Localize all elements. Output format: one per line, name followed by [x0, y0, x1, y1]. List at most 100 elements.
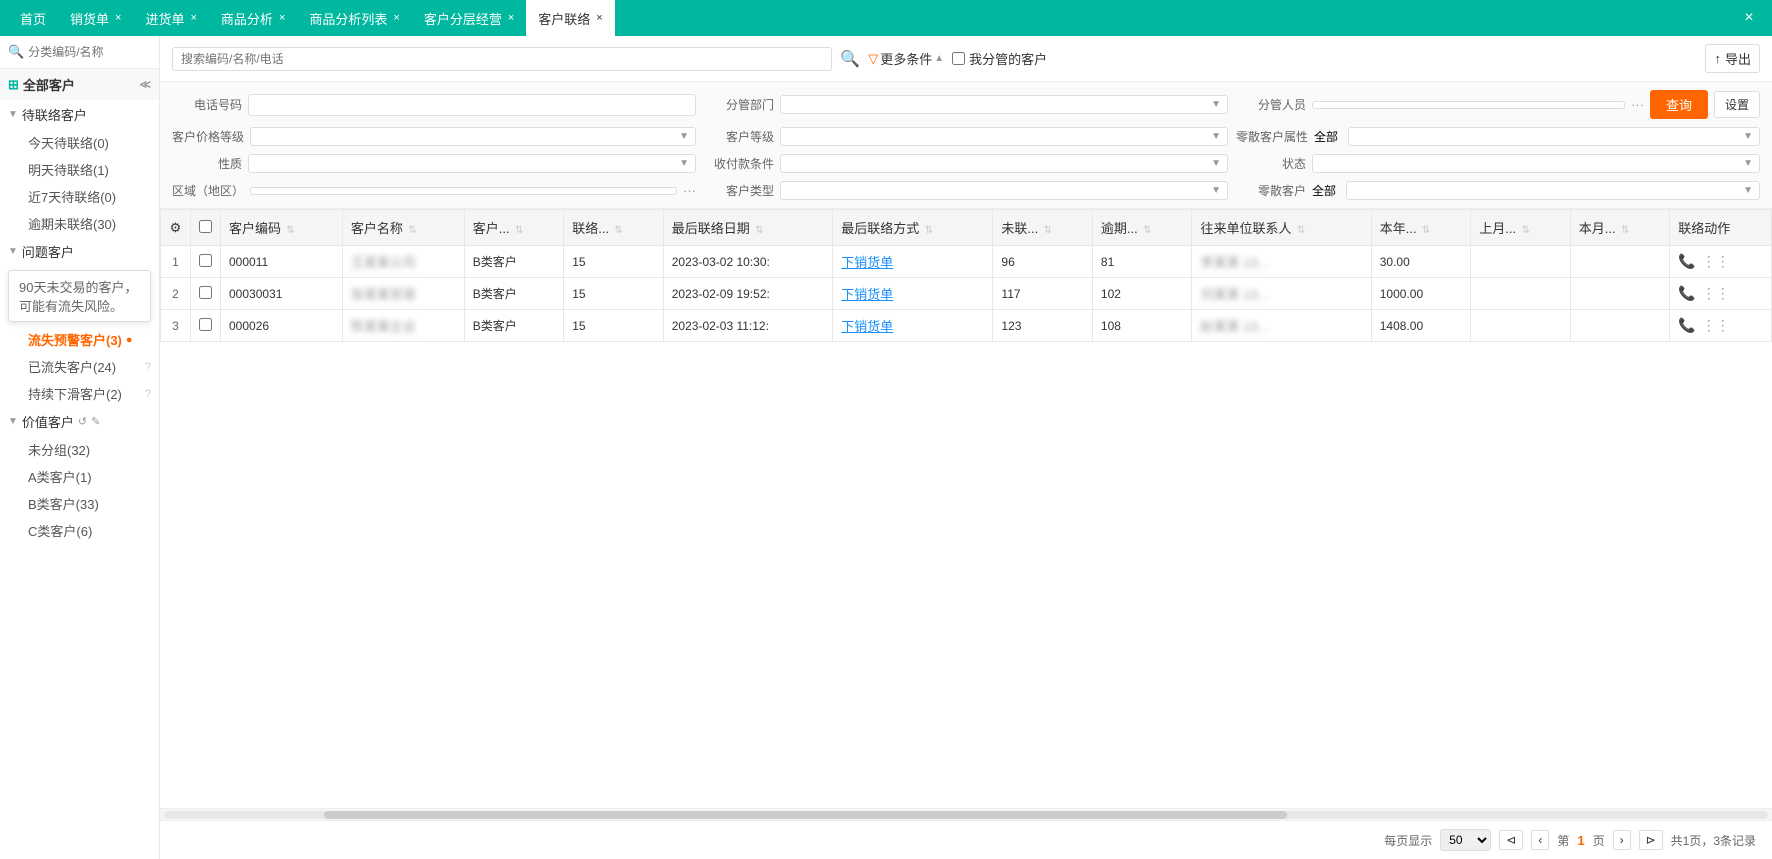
th-last-contact-date[interactable]: 最后联络日期 ⇅ [663, 210, 833, 246]
row2-method[interactable]: 下销货单 [833, 278, 993, 310]
main-search-button[interactable]: 🔍 [840, 49, 860, 69]
row3-more-icon[interactable]: ⋮⋮ [1702, 317, 1730, 334]
row1-method[interactable]: 下销货单 [833, 246, 993, 278]
row2-unlink: 117 [993, 278, 1093, 310]
th-unlink-days[interactable]: 未联... ⇅ [993, 210, 1093, 246]
zero-retail-select2[interactable]: ▼ [1346, 181, 1760, 200]
th-name[interactable]: 客户名称 ⇅ [342, 210, 464, 246]
sort-name-icon: ⇅ [408, 225, 416, 236]
row2-more-icon[interactable]: ⋮⋮ [1702, 285, 1730, 302]
tab-product-analysis[interactable]: 商品分析 × [209, 0, 297, 36]
sidebar-item-class-b[interactable]: B类客户(33) [0, 490, 159, 517]
select-all-checkbox[interactable] [199, 220, 212, 233]
tab-purchase[interactable]: 进货单 × [133, 0, 208, 36]
th-settings[interactable]: ⚙ [161, 210, 191, 246]
tab-home[interactable]: 首页 [8, 0, 58, 36]
sidebar-group-pending[interactable]: ▼ 待联络客户 [0, 100, 159, 129]
close-tab-purchase[interactable]: × [190, 12, 196, 24]
row2-phone-icon[interactable]: 📞 [1678, 285, 1695, 302]
page-size-select[interactable]: 50 20 100 [1440, 829, 1491, 851]
status-select[interactable]: ▼ [1312, 154, 1760, 173]
person-select[interactable] [1312, 101, 1625, 109]
row1-checkbox[interactable] [191, 246, 221, 278]
tab-customer-tier[interactable]: 客户分层经营 × [412, 0, 526, 36]
close-tab-sales[interactable]: × [115, 12, 121, 24]
sidebar-item-class-a[interactable]: A类客户(1) [0, 463, 159, 490]
row3-last-date: 2023-02-03 11:12: [663, 310, 833, 342]
close-tab-customer-contact[interactable]: × [596, 12, 602, 24]
row1-code: 000011 [221, 246, 343, 278]
next-page-button[interactable]: › [1613, 830, 1631, 850]
tab-sales[interactable]: 销货单 × [58, 0, 133, 36]
export-button[interactable]: ↑ 导出 [1705, 44, 1760, 73]
settings-button[interactable]: 设置 [1714, 91, 1760, 118]
dept-select[interactable]: ▼ [780, 95, 1228, 114]
sidebar-group-problem[interactable]: ▼ 问题客户 [0, 237, 159, 266]
close-tab-product-list[interactable]: × [393, 12, 399, 24]
sort-overdue-icon: ⇅ [1143, 225, 1151, 236]
region-select[interactable] [250, 187, 677, 195]
horizontal-scrollbar[interactable] [160, 808, 1772, 820]
all-customers-header[interactable]: ⊞ 全部客户 ≪ [0, 69, 159, 100]
close-tab-product-analysis[interactable]: × [279, 12, 285, 24]
th-contact-count[interactable]: 联络... ⇅ [564, 210, 664, 246]
region-dots[interactable]: ··· [683, 183, 696, 198]
main-search-input[interactable] [172, 47, 832, 71]
payment-select[interactable]: ▼ [780, 154, 1228, 173]
sidebar-item-class-c[interactable]: C类客户(6) [0, 517, 159, 544]
sidebar-item-today[interactable]: 今天待联络(0) [0, 129, 159, 156]
tab-product-list[interactable]: 商品分析列表 × [297, 0, 411, 36]
price-level-arrow: ▼ [679, 131, 689, 142]
tab-customer-contact[interactable]: 客户联络 × [526, 0, 614, 36]
person-dots[interactable]: ··· [1631, 97, 1644, 112]
sidebar-item-unclassified[interactable]: 未分组(32) [0, 436, 159, 463]
sidebar-item-overdue-contact[interactable]: 逾期未联络(30) [0, 210, 159, 237]
edit-icon[interactable]: ✎ [91, 415, 100, 428]
customer-level-select[interactable]: ▼ [780, 127, 1228, 146]
sidebar-group-value[interactable]: ▼ 价值客户 ↺ ✎ [0, 407, 159, 436]
th-overdue[interactable]: 逾期... ⇅ [1092, 210, 1192, 246]
th-code[interactable]: 客户编码 ⇅ [221, 210, 343, 246]
sidebar: 🔍 ⊞ 全部客户 ≪ ▼ 待联络客户 今天待联络(0) 明天待联络(1) 近7天… [0, 36, 160, 859]
row3-checkbox[interactable] [191, 310, 221, 342]
my-customers-check[interactable] [952, 52, 965, 65]
first-page-button[interactable]: ⊲ [1499, 830, 1523, 850]
row3-method[interactable]: 下销货单 [833, 310, 993, 342]
sidebar-item-7days[interactable]: 近7天待联络(0) [0, 183, 159, 210]
settings-gear-icon[interactable]: ⚙ [170, 220, 182, 235]
more-filter-button[interactable]: ▽ 更多条件 ▲ [868, 49, 944, 68]
close-tab-customer-tier[interactable]: × [508, 12, 514, 24]
th-customer-type[interactable]: 客户... ⇅ [464, 210, 564, 246]
zero-retail-attr-select[interactable]: ▼ [1348, 127, 1760, 146]
customer-type-select[interactable]: ▼ [780, 181, 1228, 200]
query-button[interactable]: 查询 [1650, 90, 1708, 119]
phone-input[interactable] [248, 94, 696, 116]
th-last-month[interactable]: 上月... ⇅ [1471, 210, 1571, 246]
refresh-icon[interactable]: ↺ [78, 415, 87, 428]
sidebar-item-churned[interactable]: 已流失客户(24) ? [0, 353, 159, 380]
sidebar-item-declining[interactable]: 持续下滑客户(2) ? [0, 380, 159, 407]
last-page-button[interactable]: ⊳ [1639, 830, 1663, 850]
prev-page-button[interactable]: ‹ [1531, 830, 1549, 850]
sidebar-item-tomorrow[interactable]: 明天待联络(1) [0, 156, 159, 183]
th-last-contact-method[interactable]: 最后联络方式 ⇅ [833, 210, 993, 246]
sidebar-search-input[interactable] [28, 45, 160, 59]
th-this-month[interactable]: 本月... ⇅ [1570, 210, 1670, 246]
row3-phone-icon[interactable]: 📞 [1678, 317, 1695, 334]
app-close-button[interactable]: × [1734, 3, 1764, 33]
th-this-year[interactable]: 本年... ⇅ [1371, 210, 1471, 246]
filter-row-phone: 电话号码 [172, 90, 696, 119]
scroll-thumb[interactable] [324, 811, 1286, 819]
row1-phone-icon[interactable]: 📞 [1678, 253, 1695, 270]
tooltip-problem: 90天未交易的客户，可能有流失风险。 [8, 270, 151, 322]
sidebar-item-churn-warning[interactable]: 流失预警客户(3) ● [0, 326, 159, 353]
th-contacts[interactable]: 往来单位联系人 ⇅ [1192, 210, 1371, 246]
row1-more-icon[interactable]: ⋮⋮ [1702, 253, 1730, 270]
my-customers-checkbox[interactable]: 我分管的客户 [952, 49, 1047, 68]
price-level-select[interactable]: ▼ [250, 127, 696, 146]
help-icon-declining: ? [145, 388, 151, 400]
collapse-all-icon[interactable]: ≪ [139, 78, 151, 91]
gender-select[interactable]: ▼ [248, 154, 696, 173]
row2-checkbox[interactable] [191, 278, 221, 310]
th-checkbox[interactable] [191, 210, 221, 246]
